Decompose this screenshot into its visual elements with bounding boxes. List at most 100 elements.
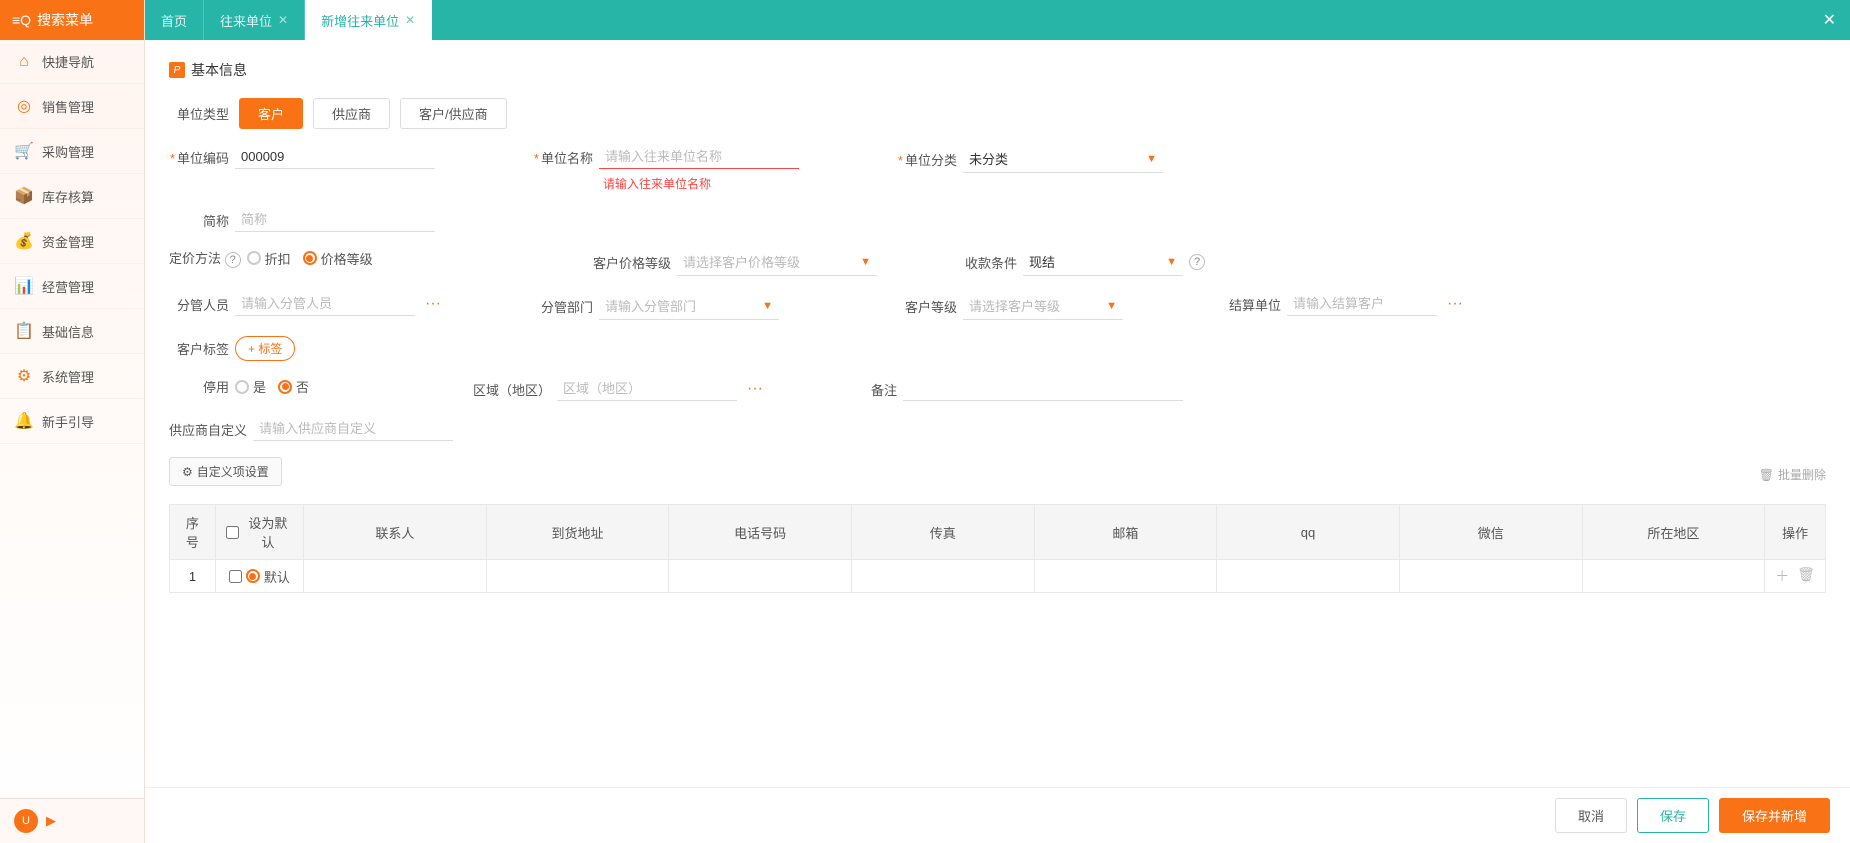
select-all-checkbox[interactable] [226,526,239,539]
save-button[interactable]: 保存 [1637,798,1709,833]
pricing-radio-discount[interactable]: 折扣 [247,249,291,268]
supplier-custom-input[interactable] [253,417,453,441]
sidebar-item-sales[interactable]: ◎ 销售管理 [0,84,144,129]
customer-level-arrow-icon: ▼ [1106,300,1117,312]
basic-info-icon: 📋 [14,321,34,341]
cell-address[interactable] [486,560,669,593]
supplier-custom-row: 供应商自定义 [169,417,1826,441]
cell-fax[interactable] [851,560,1034,593]
user-avatar: U [14,809,38,833]
sidebar-item-guide[interactable]: 🔔 新手引导 [0,399,144,444]
custom-settings-btn[interactable]: ⚙ 自定义项设置 [169,457,282,486]
cell-wechat[interactable] [1399,560,1582,593]
name-error-msg: 请输入往来单位名称 [603,177,711,191]
cancel-button[interactable]: 取消 [1555,798,1627,833]
cell-action: ＋ 🗑 [1765,560,1826,593]
contact-input[interactable] [314,569,476,584]
qq-input[interactable] [1227,569,1389,584]
expand-icon[interactable]: ▶ [46,813,56,829]
sidebar-item-system[interactable]: ⚙ 系统管理 [0,354,144,399]
code-group: *单位编码 [169,145,509,169]
disable-group: 停用 是 否 [169,377,449,396]
sidebar-item-operations[interactable]: 📊 经营管理 [0,264,144,309]
fax-input[interactable] [862,569,1024,584]
cell-region[interactable] [1582,560,1765,593]
settlement-more-btn[interactable]: ··· [1443,295,1467,313]
dept-select[interactable]: 请输入分管部门 ▼ [599,292,779,320]
customer-price-label: 客户价格等级 [593,253,671,272]
tab-bar: 首页 往来单位 ✕ 新增往来单位 ✕ ✕ [145,0,1850,40]
payment-arrow-icon: ▼ [1166,256,1177,268]
code-name-category-row: *单位编码 *单位名称 请输入往来单位名称 *单位分类 [169,145,1826,192]
unit-type-supplier[interactable]: 供应商 [313,98,390,129]
code-input[interactable] [235,145,435,169]
section-icon: P [169,62,185,78]
tab-new-contact-close[interactable]: ✕ [405,13,415,27]
name-input[interactable] [599,145,799,169]
row-region-input[interactable] [1593,569,1755,584]
tab-contacts-close[interactable]: ✕ [278,13,288,27]
payment-select[interactable]: 现结 ▼ [1023,248,1183,276]
category-group: *单位分类 未分类 ▼ [897,145,1237,173]
row-checkbox[interactable] [229,570,242,583]
delete-row-icon[interactable]: 🗑 [1797,566,1815,586]
search-menu-btn[interactable]: ≡Q 搜索菜单 [0,0,144,40]
sidebar-item-basic-info[interactable]: 📋 基础信息 [0,309,144,354]
sales-icon: ◎ [14,96,34,116]
pricing-radio-price-level[interactable]: 价格等级 [303,249,373,268]
region-input[interactable] [557,377,737,401]
add-row-icon[interactable]: ＋ [1775,566,1789,586]
category-select[interactable]: 未分类 ▼ [963,145,1163,173]
manager-more-btn[interactable]: ··· [421,295,445,313]
pricing-help-icon[interactable]: ? [225,252,241,268]
batch-delete-label[interactable]: 批量删除 [1778,466,1826,483]
sidebar: ≡Q 搜索菜单 ⌂ 快捷导航 ◎ 销售管理 🛒 采购管理 📦 库存核算 💰 资金… [0,0,145,843]
unit-type-customer[interactable]: 客户 [239,98,303,129]
abbr-row: 简称 [169,208,1826,232]
default-radio[interactable]: 默认 [246,567,290,586]
col-fax: 传真 [851,505,1034,560]
disable-radio-no[interactable]: 否 [278,377,309,396]
payment-label: 收款条件 [957,253,1017,272]
payment-help-icon[interactable]: ? [1189,254,1205,270]
yes-radio-circle [235,380,249,394]
cell-phone[interactable] [669,560,852,593]
system-icon: ⚙ [14,366,34,386]
disable-radio-yes[interactable]: 是 [235,377,266,396]
pricing-radio-group: 折扣 价格等级 [247,249,373,268]
supplier-custom-group: 供应商自定义 [169,417,509,441]
address-input[interactable] [497,569,659,584]
manager-input[interactable] [235,292,415,316]
tab-new-contact[interactable]: 新增往来单位 ✕ [305,0,432,40]
region-more-btn[interactable]: ··· [743,380,767,398]
cell-email[interactable] [1034,560,1217,593]
sidebar-item-finance[interactable]: 💰 资金管理 [0,219,144,264]
email-input[interactable] [1045,569,1207,584]
tab-home[interactable]: 首页 [145,0,204,40]
customer-level-select[interactable]: 请选择客户等级 ▼ [963,292,1123,320]
table-row: 1 默认 [170,560,1826,593]
tab-contacts[interactable]: 往来单位 ✕ [204,0,305,40]
col-seq: 序号 [170,505,216,560]
remark-input[interactable] [903,377,1183,401]
customer-price-select[interactable]: 请选择客户价格等级 ▼ [677,248,877,276]
phone-input[interactable] [679,569,841,584]
unit-type-both[interactable]: 客户/供应商 [400,98,507,129]
wechat-input[interactable] [1410,569,1572,584]
sidebar-item-purchase[interactable]: 🛒 采购管理 [0,129,144,174]
finance-icon: 💰 [14,231,34,251]
close-all-tabs[interactable]: ✕ [1809,0,1850,40]
settings-icon: ⚙ [182,465,193,479]
cell-contact[interactable] [304,560,487,593]
add-tag-btn[interactable]: + 标签 [235,336,295,361]
sidebar-item-quick-nav[interactable]: ⌂ 快捷导航 [0,40,144,84]
col-region: 所在地区 [1582,505,1765,560]
abbr-input[interactable] [235,208,435,232]
cell-qq[interactable] [1217,560,1400,593]
settlement-input[interactable] [1287,292,1437,316]
cell-seq: 1 [170,560,216,593]
footer: 取消 保存 保存并新增 [145,787,1850,843]
disable-label: 停用 [169,377,229,396]
sidebar-item-inventory[interactable]: 📦 库存核算 [0,174,144,219]
save-add-button[interactable]: 保存并新增 [1719,798,1830,833]
